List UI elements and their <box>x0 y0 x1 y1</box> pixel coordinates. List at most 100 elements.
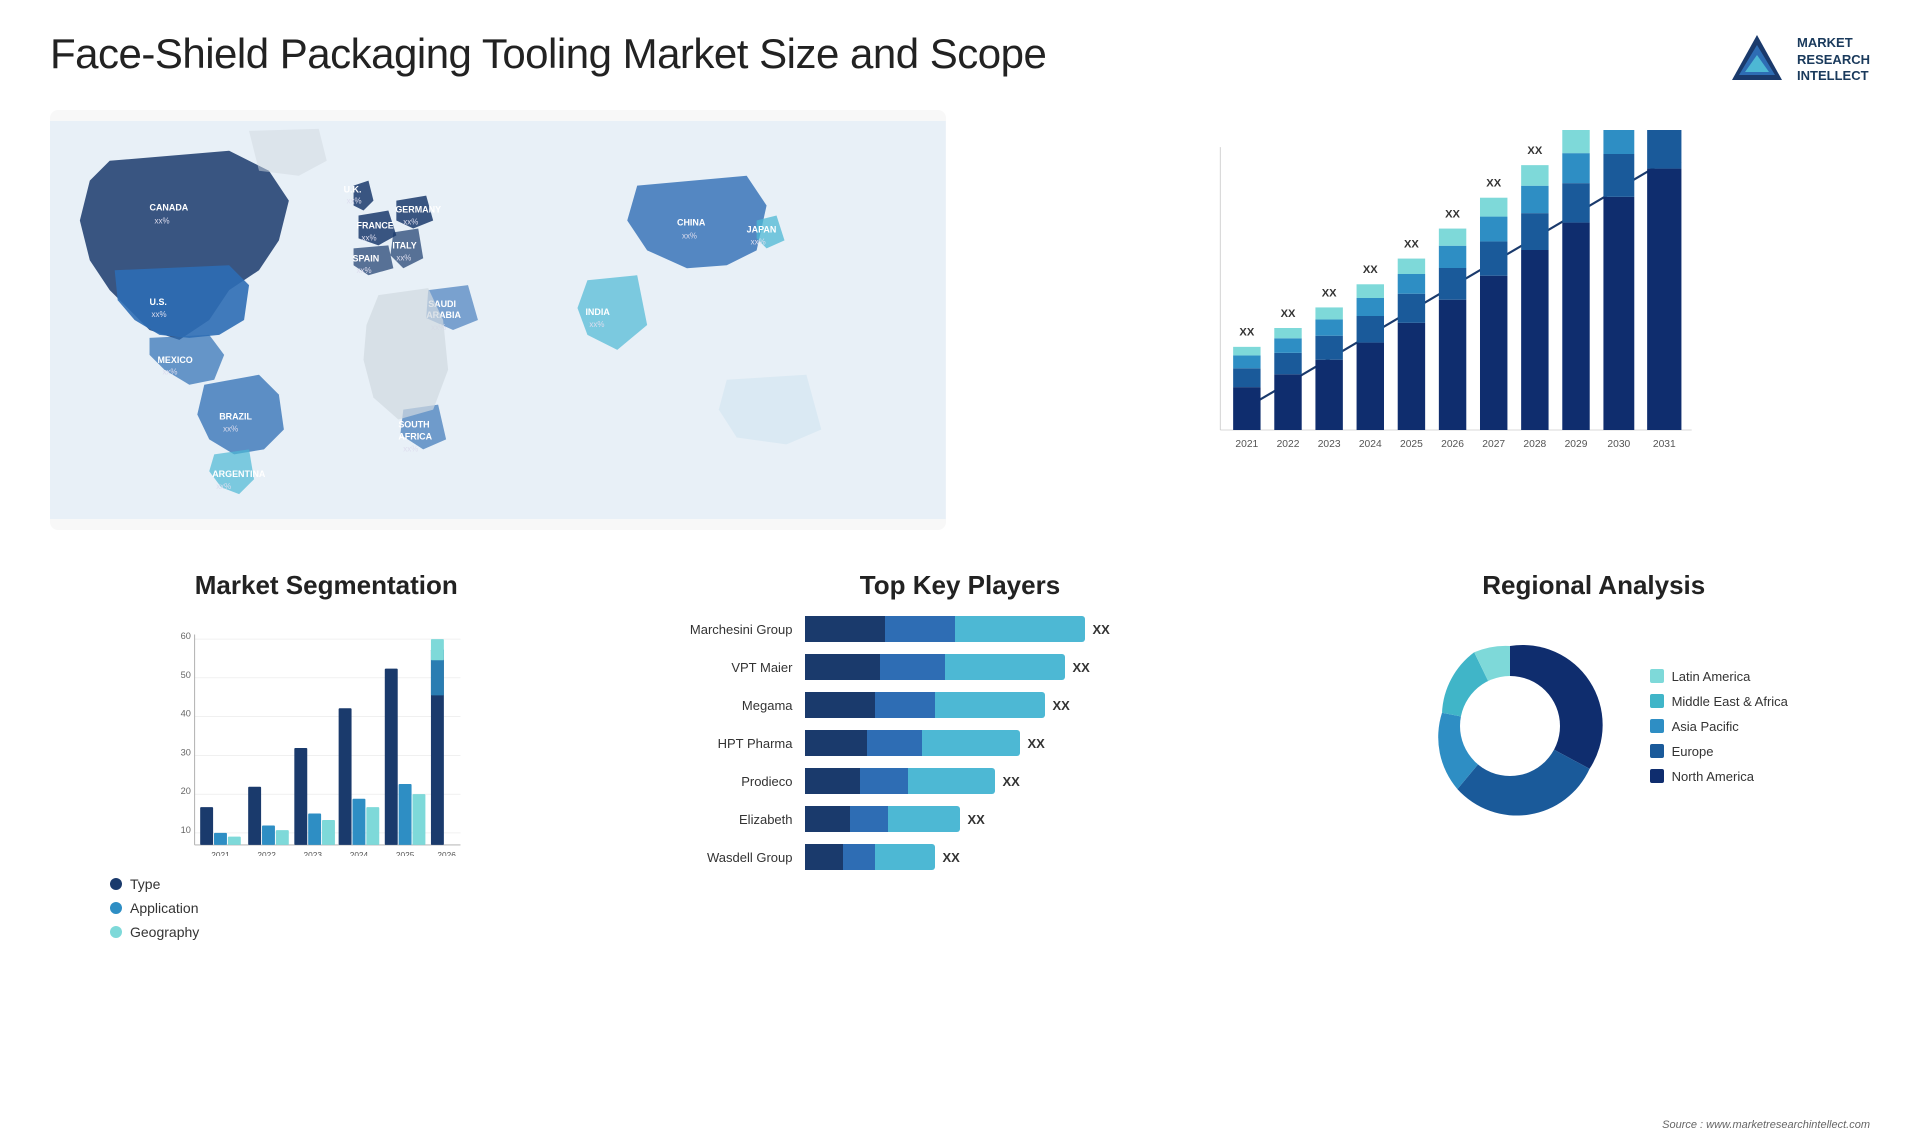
player-bar-group: XX <box>805 654 1268 680</box>
player-bar <box>805 730 1020 756</box>
svg-text:50: 50 <box>181 670 191 680</box>
player-value: XX <box>1028 736 1045 751</box>
svg-text:XX: XX <box>1239 327 1254 339</box>
svg-text:AFRICA: AFRICA <box>398 431 432 441</box>
player-bar <box>805 844 935 870</box>
svg-text:2024: 2024 <box>350 850 369 856</box>
svg-text:2026: 2026 <box>437 850 456 856</box>
legend-europe: Europe <box>1650 744 1788 759</box>
legend-geography-dot <box>110 926 122 938</box>
player-value: XX <box>1073 660 1090 675</box>
svg-text:xx%: xx% <box>682 231 697 240</box>
player-row: Elizabeth XX <box>653 806 1268 832</box>
player-bar <box>805 806 960 832</box>
world-map-container: CANADA xx% U.S. xx% MEXICO xx% BRAZIL xx… <box>50 110 946 530</box>
player-bar-group: XX <box>805 692 1268 718</box>
svg-text:JAPAN: JAPAN <box>747 224 777 234</box>
svg-text:FRANCE: FRANCE <box>357 220 394 230</box>
bar-chart-container: XX 2021 XX 2022 XX <box>986 110 1870 530</box>
player-bar-group: XX <box>805 806 1268 832</box>
svg-text:40: 40 <box>181 709 191 719</box>
svg-text:SOUTH: SOUTH <box>398 419 429 429</box>
svg-text:XX: XX <box>1404 238 1419 250</box>
player-name: Megama <box>653 698 793 713</box>
bottom-section: Market Segmentation 60 50 40 30 20 10 <box>50 560 1870 940</box>
legend-mea: Middle East & Africa <box>1650 694 1788 709</box>
svg-text:XX: XX <box>1445 208 1460 220</box>
regional-section: Regional Analysis <box>1318 560 1871 940</box>
player-row: VPT Maier XX <box>653 654 1268 680</box>
legend-application-dot <box>110 902 122 914</box>
svg-text:SPAIN: SPAIN <box>353 253 380 263</box>
svg-text:XX: XX <box>1363 264 1378 276</box>
player-bar-group: XX <box>805 844 1268 870</box>
legend-application: Application <box>110 900 583 916</box>
svg-text:xx%: xx% <box>357 266 372 275</box>
svg-text:2022: 2022 <box>1276 439 1299 450</box>
page-container: Face-Shield Packaging Tooling Market Siz… <box>0 0 1920 1146</box>
svg-text:U.S.: U.S. <box>150 297 167 307</box>
header: Face-Shield Packaging Tooling Market Siz… <box>50 30 1870 90</box>
segmentation-title: Market Segmentation <box>70 570 583 601</box>
player-bar-group: XX <box>805 768 1268 794</box>
legend-ap-color <box>1650 719 1664 733</box>
svg-text:XX: XX <box>1280 308 1295 320</box>
page-title: Face-Shield Packaging Tooling Market Siz… <box>50 30 1046 78</box>
svg-text:2027: 2027 <box>1482 439 1505 450</box>
player-value: XX <box>968 812 985 827</box>
logo-icon <box>1727 30 1787 90</box>
svg-text:xx%: xx% <box>155 216 170 225</box>
legend-na-color <box>1650 769 1664 783</box>
segmentation-chart: 60 50 40 30 20 10 <box>80 616 583 856</box>
svg-text:xx%: xx% <box>162 368 177 377</box>
svg-text:MEXICO: MEXICO <box>157 355 192 365</box>
svg-text:2025: 2025 <box>1400 439 1423 450</box>
player-value: XX <box>1053 698 1070 713</box>
growth-chart-svg: XX 2021 XX 2022 XX <box>1036 130 1850 490</box>
legend-geography: Geography <box>110 924 583 940</box>
top-section: CANADA xx% U.S. xx% MEXICO xx% BRAZIL xx… <box>50 110 1870 530</box>
legend-asia-pacific: Asia Pacific <box>1650 719 1788 734</box>
legend-north-america: North America <box>1650 769 1788 784</box>
player-value: XX <box>943 850 960 865</box>
svg-text:BRAZIL: BRAZIL <box>219 412 252 422</box>
player-bar <box>805 768 995 794</box>
svg-text:xx%: xx% <box>403 444 418 453</box>
svg-text:XX: XX <box>1527 145 1542 157</box>
legend-mea-color <box>1650 694 1664 708</box>
players-title: Top Key Players <box>653 570 1268 601</box>
player-row: Megama XX <box>653 692 1268 718</box>
donut-chart <box>1400 616 1620 836</box>
svg-text:xx%: xx% <box>403 217 418 226</box>
players-section: Top Key Players Marchesini Group XX VPT <box>633 560 1288 940</box>
svg-text:xx%: xx% <box>223 424 238 433</box>
svg-text:60: 60 <box>181 631 191 641</box>
player-name: Marchesini Group <box>653 622 793 637</box>
player-bar <box>805 616 1085 642</box>
world-map-svg: CANADA xx% U.S. xx% MEXICO xx% BRAZIL xx… <box>50 110 946 530</box>
svg-text:GERMANY: GERMANY <box>395 205 441 215</box>
svg-text:2028: 2028 <box>1523 439 1546 450</box>
svg-text:20: 20 <box>181 786 191 796</box>
svg-text:U.K.: U.K. <box>344 185 362 195</box>
player-value: XX <box>1003 774 1020 789</box>
svg-text:ITALY: ITALY <box>392 240 416 250</box>
player-row: Marchesini Group XX <box>653 616 1268 642</box>
legend-eu-color <box>1650 744 1664 758</box>
player-row: Wasdell Group XX <box>653 844 1268 870</box>
players-list: Marchesini Group XX VPT Maier <box>653 616 1268 870</box>
svg-text:XX: XX <box>1321 287 1336 299</box>
legend-latin-america: Latin America <box>1650 669 1788 684</box>
player-row: HPT Pharma XX <box>653 730 1268 756</box>
svg-text:2029: 2029 <box>1564 439 1587 450</box>
player-bar-group: XX <box>805 730 1268 756</box>
player-value: XX <box>1093 622 1110 637</box>
player-row: Prodieco XX <box>653 768 1268 794</box>
logo: MARKET RESEARCH INTELLECT <box>1727 30 1870 90</box>
player-name: Elizabeth <box>653 812 793 827</box>
svg-text:10: 10 <box>181 825 191 835</box>
logo-text: MARKET RESEARCH INTELLECT <box>1797 35 1870 86</box>
svg-text:CHINA: CHINA <box>677 217 706 227</box>
svg-text:2031: 2031 <box>1653 439 1676 450</box>
svg-text:2023: 2023 <box>1317 439 1340 450</box>
